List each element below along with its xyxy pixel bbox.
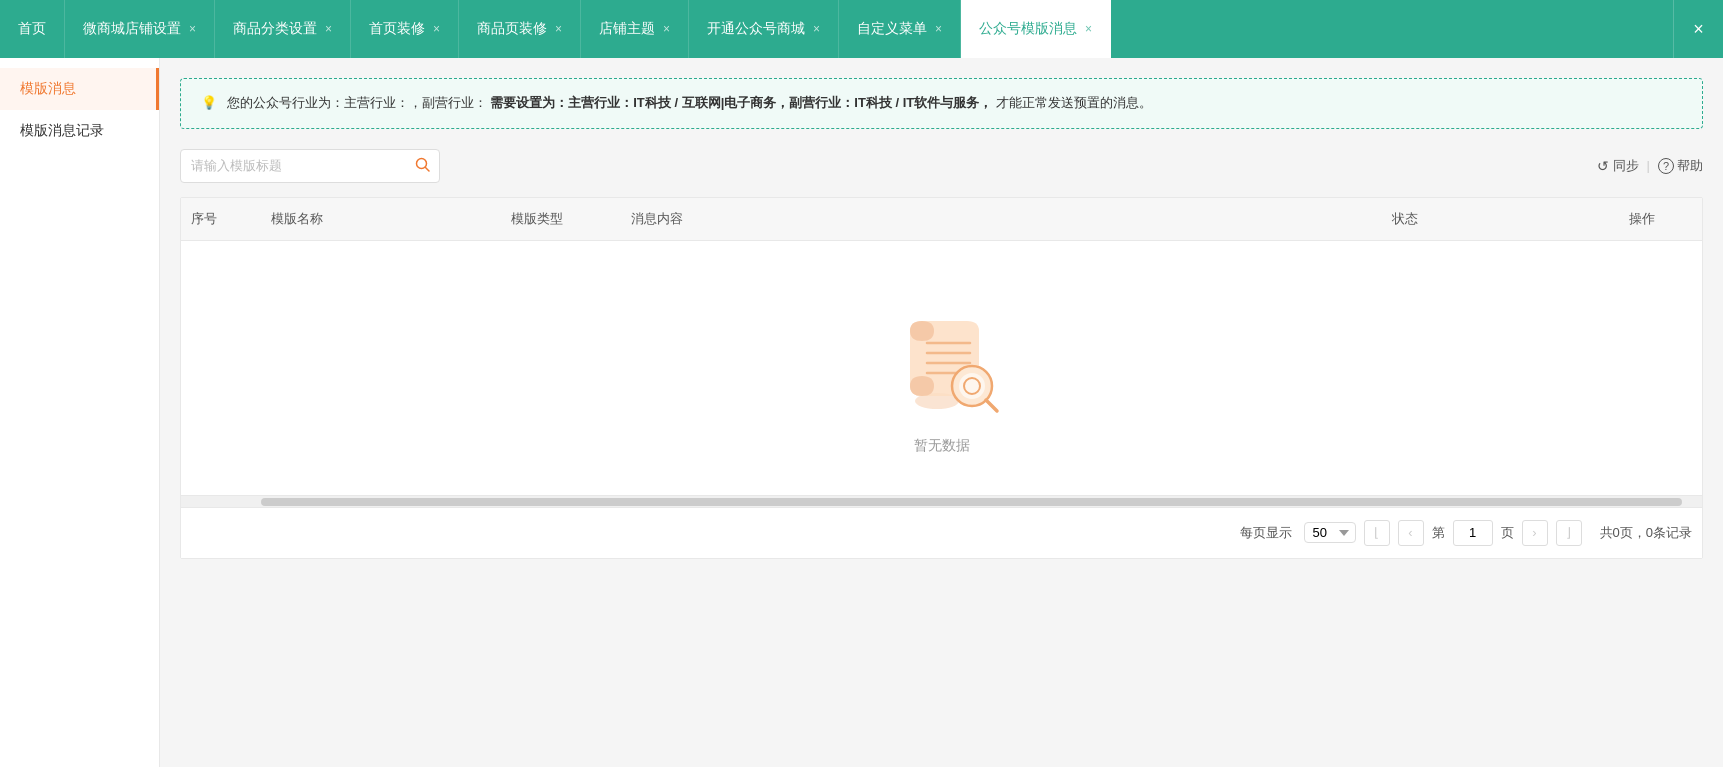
nav-tab-template-msg-close[interactable]: × — [1085, 22, 1092, 36]
nav-tab-home[interactable]: 首页 — [0, 0, 65, 58]
nav-tab-open-mall-close[interactable]: × — [813, 22, 820, 36]
sync-label: 同步 — [1613, 157, 1639, 175]
search-input-wrap — [180, 149, 440, 183]
svg-line-1 — [426, 167, 430, 171]
nav-tab-template-msg-label: 公众号模版消息 — [979, 20, 1077, 38]
nav-tab-home-decor-close[interactable]: × — [433, 22, 440, 36]
nav-tab-home-label: 首页 — [18, 20, 46, 38]
first-page-button[interactable]: ⌊ — [1364, 520, 1390, 546]
horizontal-scrollbar[interactable] — [181, 495, 1702, 507]
sidebar-item-template-msg[interactable]: 模版消息 — [0, 68, 159, 110]
last-page-button[interactable]: ⌋ — [1556, 520, 1582, 546]
search-input[interactable] — [180, 149, 440, 183]
table-wrap: 序号 模版名称 模版类型 消息内容 状态 操作 — [180, 197, 1703, 559]
nav-tab-home-decor-label: 首页装修 — [369, 20, 425, 38]
nav-tab-category-label: 商品分类设置 — [233, 20, 317, 38]
layout: 模版消息 模版消息记录 💡 您的公众号行业为：主营行业：，副营行业： 需要设置为… — [0, 58, 1723, 767]
help-icon: ? — [1658, 158, 1674, 174]
scrollbar-thumb[interactable] — [261, 498, 1682, 506]
nav-tab-home-decor[interactable]: 首页装修 × — [351, 0, 459, 58]
nav-tab-product-decor[interactable]: 商品页装修 × — [459, 0, 581, 58]
notice-prefix: 您的公众号行业为：主营行业：，副营行业： — [227, 95, 487, 110]
nav-tab-template-msg[interactable]: 公众号模版消息 × — [961, 0, 1111, 58]
nav-close-all-button[interactable]: × — [1673, 0, 1723, 58]
nav-tab-open-mall[interactable]: 开通公众号商城 × — [689, 0, 839, 58]
sidebar: 模版消息 模版消息记录 — [0, 58, 160, 767]
table-header: 序号 模版名称 模版类型 消息内容 状态 操作 — [181, 198, 1702, 241]
nav-tab-product-decor-close[interactable]: × — [555, 22, 562, 36]
th-action: 操作 — [1582, 198, 1702, 240]
empty-state: 暂无数据 — [181, 241, 1702, 495]
page-label: 第 — [1432, 524, 1445, 542]
pagination: 每页显示 10 20 50 100 ⌊ ‹ 第 页 › ⌋ 共0页，0条记录 — [181, 507, 1702, 558]
nav-tab-category-close[interactable]: × — [325, 22, 332, 36]
sync-help-area: ↺ 同步 | ? 帮助 — [1597, 157, 1703, 175]
next-page-button[interactable]: › — [1522, 520, 1548, 546]
sidebar-item-template-msg-label: 模版消息 — [20, 80, 76, 96]
help-label: 帮助 — [1677, 157, 1703, 175]
nav-tab-category[interactable]: 商品分类设置 × — [215, 0, 351, 58]
toolbar-divider: | — [1647, 158, 1650, 173]
svg-point-8 — [959, 373, 985, 399]
nav-tab-store-theme-label: 店铺主题 — [599, 20, 655, 38]
page-size-label: 每页显示 — [1240, 524, 1292, 542]
notice-box: 💡 您的公众号行业为：主营行业：，副营行业： 需要设置为：主营行业：IT科技 /… — [180, 78, 1703, 129]
main-content: 💡 您的公众号行业为：主营行业：，副营行业： 需要设置为：主营行业：IT科技 /… — [160, 58, 1723, 767]
th-status: 状态 — [1382, 198, 1582, 240]
search-bar: ↺ 同步 | ? 帮助 — [180, 149, 1703, 183]
nav-tab-custom-menu[interactable]: 自定义菜单 × — [839, 0, 961, 58]
refresh-icon: ↺ — [1597, 158, 1609, 174]
page-size-select[interactable]: 10 20 50 100 — [1304, 522, 1356, 543]
empty-text: 暂无数据 — [914, 437, 970, 455]
svg-line-9 — [986, 400, 997, 411]
search-button[interactable] — [415, 157, 430, 175]
page-suffix: 页 — [1501, 524, 1514, 542]
nav-tab-weshop-close[interactable]: × — [189, 22, 196, 36]
total-info: 共0页，0条记录 — [1600, 524, 1692, 542]
notice-icon: 💡 — [201, 95, 217, 110]
nav-tab-product-decor-label: 商品页装修 — [477, 20, 547, 38]
nav-tab-weshop-label: 微商城店铺设置 — [83, 20, 181, 38]
prev-page-button[interactable]: ‹ — [1398, 520, 1424, 546]
top-nav: 首页 微商城店铺设置 × 商品分类设置 × 首页装修 × 商品页装修 × 店铺主… — [0, 0, 1723, 58]
th-content: 消息内容 — [621, 198, 1382, 240]
empty-illustration — [882, 301, 1002, 421]
notice-suffix: 才能正常发送预置的消息。 — [996, 95, 1152, 110]
nav-tab-custom-menu-label: 自定义菜单 — [857, 20, 927, 38]
sync-button[interactable]: ↺ 同步 — [1597, 157, 1639, 175]
sidebar-item-template-msg-record[interactable]: 模版消息记录 — [0, 110, 159, 152]
nav-tab-open-mall-label: 开通公众号商城 — [707, 20, 805, 38]
close-all-icon: × — [1693, 19, 1704, 40]
nav-tab-store-theme[interactable]: 店铺主题 × — [581, 0, 689, 58]
page-number-input[interactable] — [1453, 520, 1493, 546]
th-type: 模版类型 — [501, 198, 621, 240]
notice-highlight: 需要设置为：主营行业：IT科技 / 互联网|电子商务，副营行业：IT科技 / I… — [490, 95, 992, 110]
nav-tab-weshop[interactable]: 微商城店铺设置 × — [65, 0, 215, 58]
help-button[interactable]: ? 帮助 — [1658, 157, 1703, 175]
search-icon — [415, 157, 430, 172]
th-seq: 序号 — [181, 198, 261, 240]
nav-tab-custom-menu-close[interactable]: × — [935, 22, 942, 36]
th-name: 模版名称 — [261, 198, 501, 240]
sidebar-item-template-msg-record-label: 模版消息记录 — [20, 122, 104, 138]
nav-tab-store-theme-close[interactable]: × — [663, 22, 670, 36]
